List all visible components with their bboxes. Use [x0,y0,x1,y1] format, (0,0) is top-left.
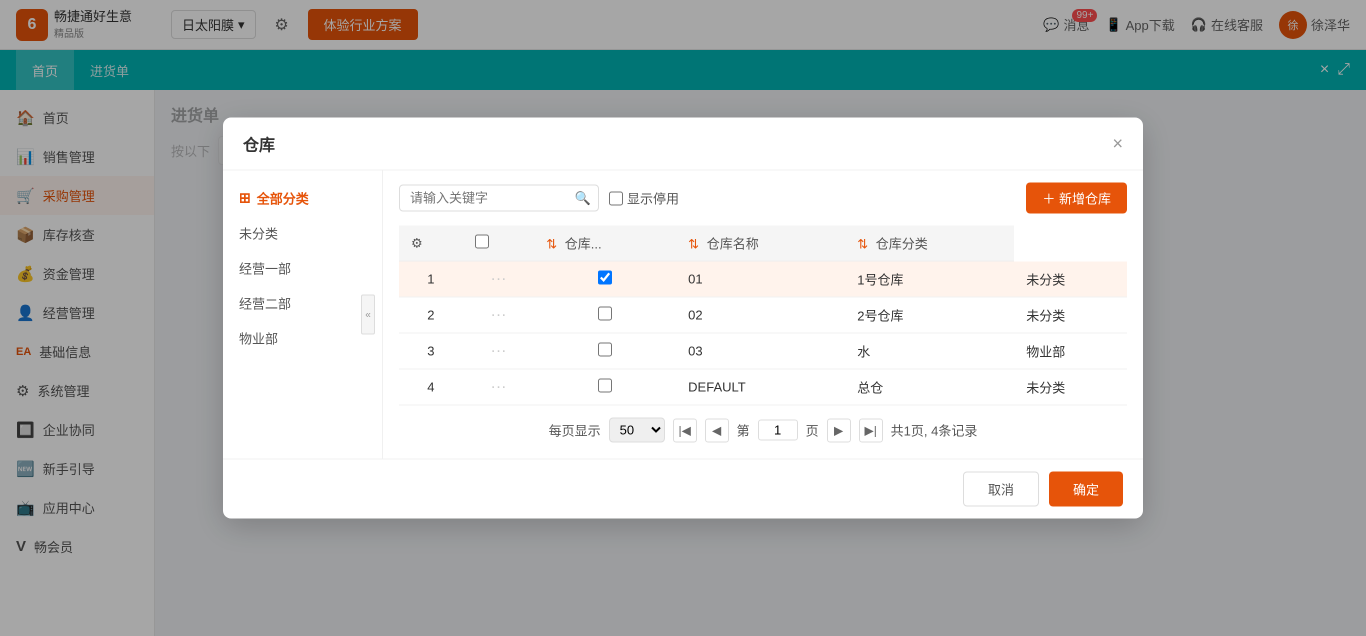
modal-close-btn[interactable]: × [1112,135,1123,153]
more-options-icon[interactable]: ··· [491,306,507,323]
table-row[interactable]: 1 ··· 011号仓库未分类 [399,261,1127,297]
th-category: ⇅ 仓库分类 [845,226,1014,262]
row-category-cell: 未分类 [1014,297,1127,333]
more-options-icon[interactable]: ··· [491,270,507,287]
confirm-btn[interactable]: 确定 [1049,472,1123,507]
row-name-cell: 总仓 [845,369,1014,405]
grid-icon: ⊞ [239,190,251,207]
row-name-cell: 2号仓库 [845,297,1014,333]
table-row[interactable]: 2 ··· 022号仓库未分类 [399,297,1127,333]
settings-header-icon: ⚙ [411,235,423,250]
category-item-property[interactable]: 物业部 [223,321,382,356]
page-label: 第 [737,421,750,440]
row-checkbox[interactable] [598,343,612,357]
total-info: 共1页, 4条记录 [891,421,978,440]
row-checkbox-cell [534,261,676,297]
table-header: ⚙ ⇅ 仓库... ⇅ 仓库名称 [399,226,1127,262]
sort-icon-code: ⇅ [546,237,557,252]
per-page-select[interactable]: 50 20 100 [609,418,665,443]
th-name: ⇅ 仓库名称 [676,226,845,262]
modal-body: ⊞ 全部分类 未分类 经营一部 经营二部 物业部 « [223,171,1143,459]
category-panel: ⊞ 全部分类 未分类 经营一部 经营二部 物业部 « [223,171,383,459]
search-icon[interactable]: 🔍 [575,190,591,206]
row-checkbox[interactable] [598,307,612,321]
show-disabled-label[interactable]: 显示停用 [609,189,679,208]
first-page-btn[interactable]: |◀ [673,418,697,442]
row-checkbox-cell [534,333,676,369]
row-code-cell: DEFAULT [676,369,845,405]
pagination: 每页显示 50 20 100 |◀ ◀ 第 页 ▶ ▶| 共1页, 4条记录 [399,406,1127,447]
row-checkbox[interactable] [598,271,612,285]
sort-icon-name: ⇅ [688,237,699,252]
modal-footer: 取消 确定 [223,459,1143,519]
row-num-cell: 4 [399,369,463,405]
next-page-btn[interactable]: ▶ [827,418,851,442]
th-settings: ⚙ [399,226,463,262]
more-options-icon[interactable]: ··· [491,378,507,395]
warehouse-modal: 仓库 × ⊞ 全部分类 未分类 经营一部 经营二部 物业部 « [223,118,1143,519]
row-checkbox-cell [534,369,676,405]
select-all-checkbox[interactable] [475,235,489,249]
row-checkbox[interactable] [598,379,612,393]
row-name-cell: 1号仓库 [845,261,1014,297]
category-item-uncategorized[interactable]: 未分类 [223,216,382,251]
collapse-panel-btn[interactable]: « [361,295,375,335]
row-category-cell: 未分类 [1014,369,1127,405]
search-input[interactable] [399,185,599,212]
table-row[interactable]: 4 ··· DEFAULT总仓未分类 [399,369,1127,405]
row-num-cell: 2 [399,297,463,333]
row-settings-cell: ··· [463,261,534,297]
row-checkbox-cell [534,297,676,333]
prev-page-btn[interactable]: ◀ [705,418,729,442]
warehouse-table-body: 1···011号仓库未分类2···022号仓库未分类3···03水物业部4···… [399,261,1127,405]
modal-header: 仓库 × [223,118,1143,171]
row-code-cell: 01 [676,261,845,297]
row-settings-cell: ··· [463,369,534,405]
search-bar: 🔍 显示停用 ＋ 新增仓库 [399,183,1127,214]
more-options-icon[interactable]: ··· [491,342,507,359]
per-page-label: 每页显示 [549,421,601,440]
header-row: ⚙ ⇅ 仓库... ⇅ 仓库名称 [399,226,1127,262]
row-code-cell: 03 [676,333,845,369]
row-name-cell: 水 [845,333,1014,369]
row-num-cell: 1 [399,261,463,297]
search-input-wrap: 🔍 [399,185,599,212]
page-suffix: 页 [806,421,819,440]
show-disabled-checkbox[interactable] [609,191,623,205]
th-code: ⇅ 仓库... [534,226,676,262]
modal-title: 仓库 [243,132,275,156]
row-category-cell: 未分类 [1014,261,1127,297]
sort-icon-category: ⇅ [857,237,868,252]
row-settings-cell: ··· [463,297,534,333]
row-category-cell: 物业部 [1014,333,1127,369]
add-warehouse-btn[interactable]: ＋ 新增仓库 [1026,183,1127,214]
last-page-btn[interactable]: ▶| [859,418,883,442]
warehouse-table: ⚙ ⇅ 仓库... ⇅ 仓库名称 [399,226,1127,406]
collapse-icon: « [365,309,371,320]
row-code-cell: 02 [676,297,845,333]
cancel-btn[interactable]: 取消 [963,472,1039,507]
row-num-cell: 3 [399,333,463,369]
table-row[interactable]: 3 ··· 03水物业部 [399,333,1127,369]
table-panel: 🔍 显示停用 ＋ 新增仓库 ⚙ [383,171,1143,459]
row-settings-cell: ··· [463,333,534,369]
current-page-input[interactable] [758,420,798,441]
category-all-label: 全部分类 [257,189,309,208]
th-checkbox [463,226,534,262]
category-header[interactable]: ⊞ 全部分类 [223,181,382,216]
category-item-dept2[interactable]: 经营二部 [223,286,382,321]
category-item-dept1[interactable]: 经营一部 [223,251,382,286]
